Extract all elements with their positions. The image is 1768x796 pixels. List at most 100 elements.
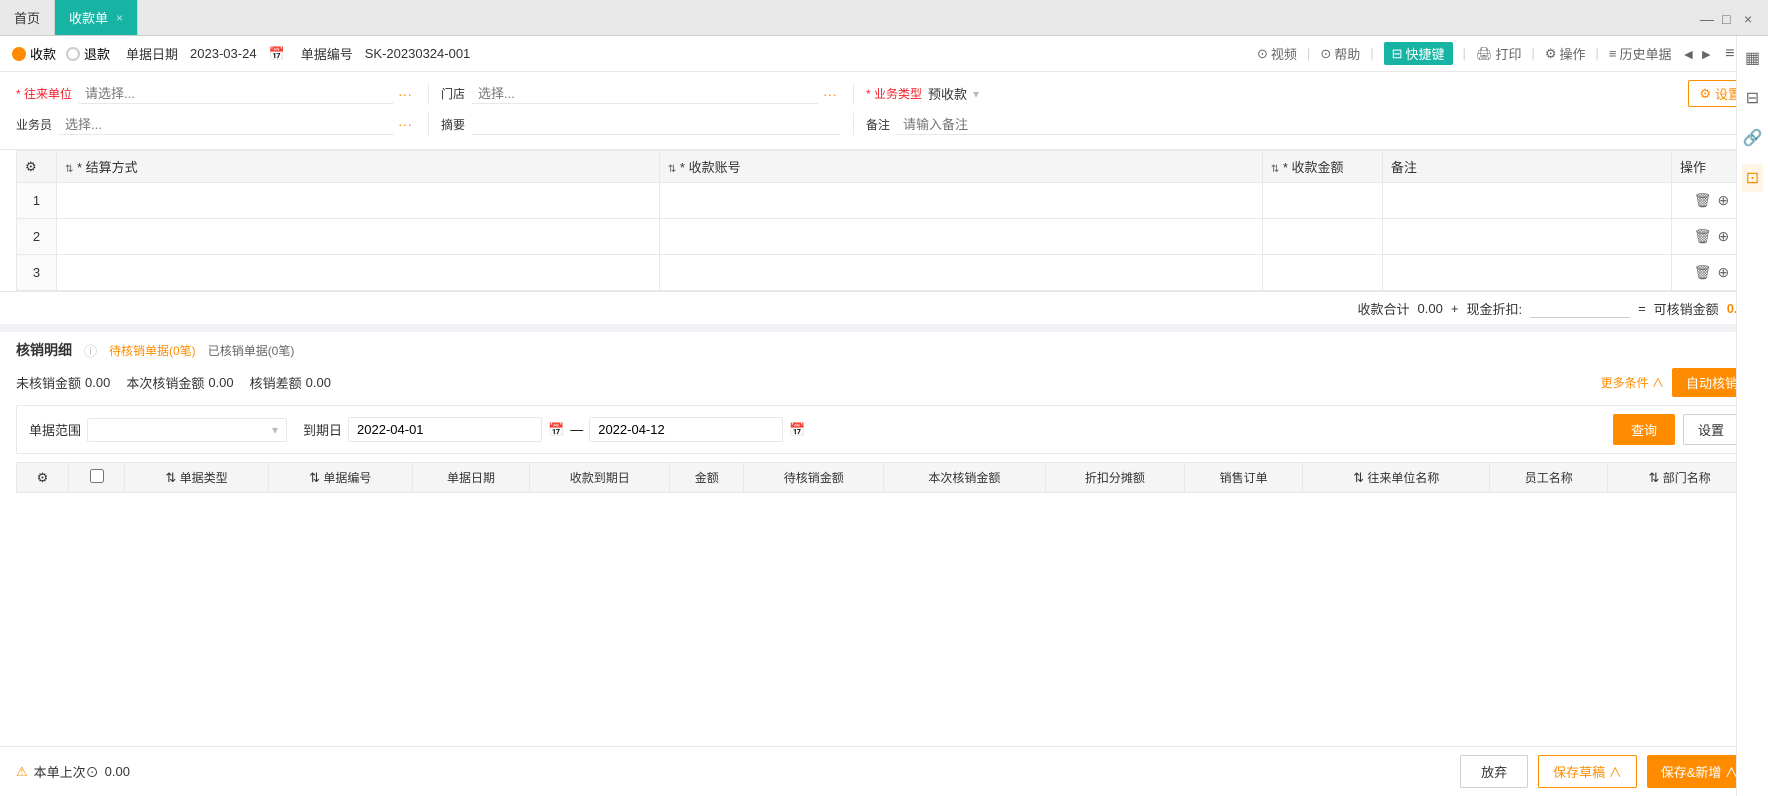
row-1-amount[interactable] <box>1262 183 1382 219</box>
panel-icon-2[interactable]: ⊟ <box>1742 84 1763 112</box>
delete-icon-3[interactable]: 🗑 <box>1694 264 1712 281</box>
copy-icon-1[interactable]: ⊕ <box>1718 192 1730 209</box>
pending-tab[interactable]: 待核销单据(0笔) <box>109 342 196 359</box>
history-link[interactable]: ≡ 历史单据 <box>1609 44 1672 63</box>
sort-icon-bt2: ⇅ <box>309 470 320 485</box>
salesman-input[interactable] <box>58 114 394 135</box>
row-3-settle[interactable] <box>57 255 660 291</box>
partner-ellipsis[interactable]: ··· <box>394 86 416 102</box>
query-btn[interactable]: 查询 <box>1613 414 1675 445</box>
bth-dept: ⇅ 部门名称 <box>1608 463 1752 493</box>
date-to-input[interactable] <box>589 417 783 442</box>
panel-icon-1[interactable]: ▦ <box>1741 44 1764 72</box>
divider2 <box>853 83 854 105</box>
nav-next[interactable]: ► <box>1699 46 1713 62</box>
abandon-btn[interactable]: 放弃 <box>1460 755 1528 788</box>
plus-sign: + <box>1451 301 1459 316</box>
th-settle: ⇅ * 结算方式 <box>57 151 660 183</box>
reconcile-stats: 未核销金额 0.00 本次核销金额 0.00 核销差额 0.00 更多条件 ∧ … <box>16 368 1752 397</box>
th-account: ⇅ * 收款账号 <box>659 151 1262 183</box>
close-btn[interactable]: × <box>1744 11 1758 25</box>
cal-from-icon[interactable]: 📅 <box>548 422 564 438</box>
bth-amount: 金额 <box>670 463 744 493</box>
reconcile-header: 核销明细 ⓘ 待核销单据(0笔) 已核销单据(0笔) <box>16 340 1752 360</box>
layout-list-btn[interactable]: ≡ <box>1723 45 1736 63</box>
shortcut-label: 快捷键 <box>1406 44 1445 63</box>
info-icon[interactable]: ⓘ <box>84 341 97 360</box>
shortcut-btn[interactable]: ⊟ 快捷键 <box>1384 42 1453 65</box>
summary-input[interactable] <box>471 114 841 135</box>
range-label: 单据范围 <box>29 420 81 439</box>
gear-icon[interactable]: ⚙ <box>25 159 37 174</box>
row-3-amount[interactable] <box>1262 255 1382 291</box>
history-icon: ≡ <box>1609 46 1617 61</box>
help-link[interactable]: ⊙ 帮助 <box>1320 44 1360 63</box>
print-link[interactable]: 🖨 打印 <box>1476 44 1522 63</box>
date-label: 单据日期 <box>126 44 178 63</box>
delete-icon-2[interactable]: 🗑 <box>1694 228 1712 245</box>
maximize-btn[interactable]: □ <box>1722 11 1736 25</box>
radio-collection[interactable]: 收款 <box>12 44 56 63</box>
bottom-table-wrapper: ⚙ ⇅ 单据类型 ⇅ 单据编号 单据日期 <box>16 462 1752 493</box>
row-1-account[interactable] <box>659 183 1262 219</box>
nav-prev[interactable]: ◄ <box>1682 46 1696 62</box>
store-ellipsis[interactable]: ··· <box>819 86 841 102</box>
minimize-btn[interactable]: — <box>1700 11 1714 25</box>
copy-icon-2[interactable]: ⊕ <box>1718 228 1730 245</box>
row-2-remark[interactable] <box>1382 219 1671 255</box>
salesman-ellipsis[interactable]: ··· <box>394 116 416 132</box>
row-2-amount[interactable] <box>1262 219 1382 255</box>
biztype-field: * 业务类型 预收款 ▾ <box>866 84 1246 103</box>
toolbar-right: ⊙ 视频 | ⊙ 帮助 | ⊟ 快捷键 | 🖨 打印 | ⚙ 操作 <box>1257 42 1756 65</box>
th-amount: ⇅ * 收款金额 <box>1262 151 1382 183</box>
save-draft-btn[interactable]: 保存草稿 ∧ <box>1538 755 1637 788</box>
store-input[interactable] <box>471 83 819 104</box>
select-all-checkbox[interactable] <box>90 469 104 483</box>
row-2-account[interactable] <box>659 219 1262 255</box>
biztype-dropdown[interactable]: ▾ <box>973 87 979 101</box>
delete-icon-1[interactable]: 🗑 <box>1694 192 1712 209</box>
row-3-account[interactable] <box>659 255 1262 291</box>
remark-input[interactable] <box>896 114 1752 135</box>
date-field: 单据日期 2023-03-24 📅 <box>126 44 285 63</box>
radio-refund[interactable]: 退款 <box>66 44 110 63</box>
range-select[interactable]: ▾ <box>87 418 287 442</box>
partner-input[interactable] <box>78 83 394 104</box>
discount-input[interactable] <box>1530 298 1630 318</box>
date-range-dash: — <box>570 422 583 437</box>
section-sep <box>0 324 1768 332</box>
partner-label: * 往来单位 <box>16 85 72 102</box>
store-label: 门店 <box>441 85 465 102</box>
tab-close-btn[interactable]: × <box>116 11 123 25</box>
tab-home[interactable]: 首页 <box>0 0 55 35</box>
save-new-label: 保存&新增 ∧ <box>1661 762 1738 781</box>
right-panel: ▦ ⊟ 🔗 ⊡ <box>1736 36 1768 796</box>
cal-to-icon[interactable]: 📅 <box>789 422 805 438</box>
table-row: 3 🗑 ⊕ <box>17 255 1752 291</box>
row-1-settle[interactable] <box>57 183 660 219</box>
sort-icon2: ⇅ <box>668 164 676 175</box>
gear-icon-bottom[interactable]: ⚙ <box>37 470 49 485</box>
history-label: 历史单据 <box>1620 44 1672 63</box>
toolbar-nav: ◄ ► <box>1682 46 1714 62</box>
copy-icon-3[interactable]: ⊕ <box>1718 264 1730 281</box>
filter-settings-btn[interactable]: 设置 <box>1683 414 1739 445</box>
more-conditions-btn[interactable]: 更多条件 ∧ <box>1601 374 1664 391</box>
date-icon[interactable]: 📅 <box>269 46 285 62</box>
date-from-input[interactable] <box>348 417 542 442</box>
done-tab[interactable]: 已核销单据(0笔) <box>208 342 295 359</box>
panel-icon-4[interactable]: ⊡ <box>1742 164 1763 192</box>
total-label: 收款合计 <box>1358 299 1410 318</box>
summary-label: 摘要 <box>441 116 465 133</box>
date-value: 2023-03-24 <box>190 46 257 61</box>
number-field: 单据编号 SK-20230324-001 <box>301 44 471 63</box>
row-1-remark[interactable] <box>1382 183 1671 219</box>
row-3-remark[interactable] <box>1382 255 1671 291</box>
panel-icon-3[interactable]: 🔗 <box>1739 124 1767 152</box>
video-link[interactable]: ⊙ 视频 <box>1257 44 1297 63</box>
bth-order: 销售订单 <box>1185 463 1303 493</box>
operation-link[interactable]: ⚙ 操作 <box>1545 44 1586 63</box>
row-2-settle[interactable] <box>57 219 660 255</box>
bth-date: 单据日期 <box>412 463 530 493</box>
tab-current[interactable]: 收款单 × <box>55 0 138 35</box>
